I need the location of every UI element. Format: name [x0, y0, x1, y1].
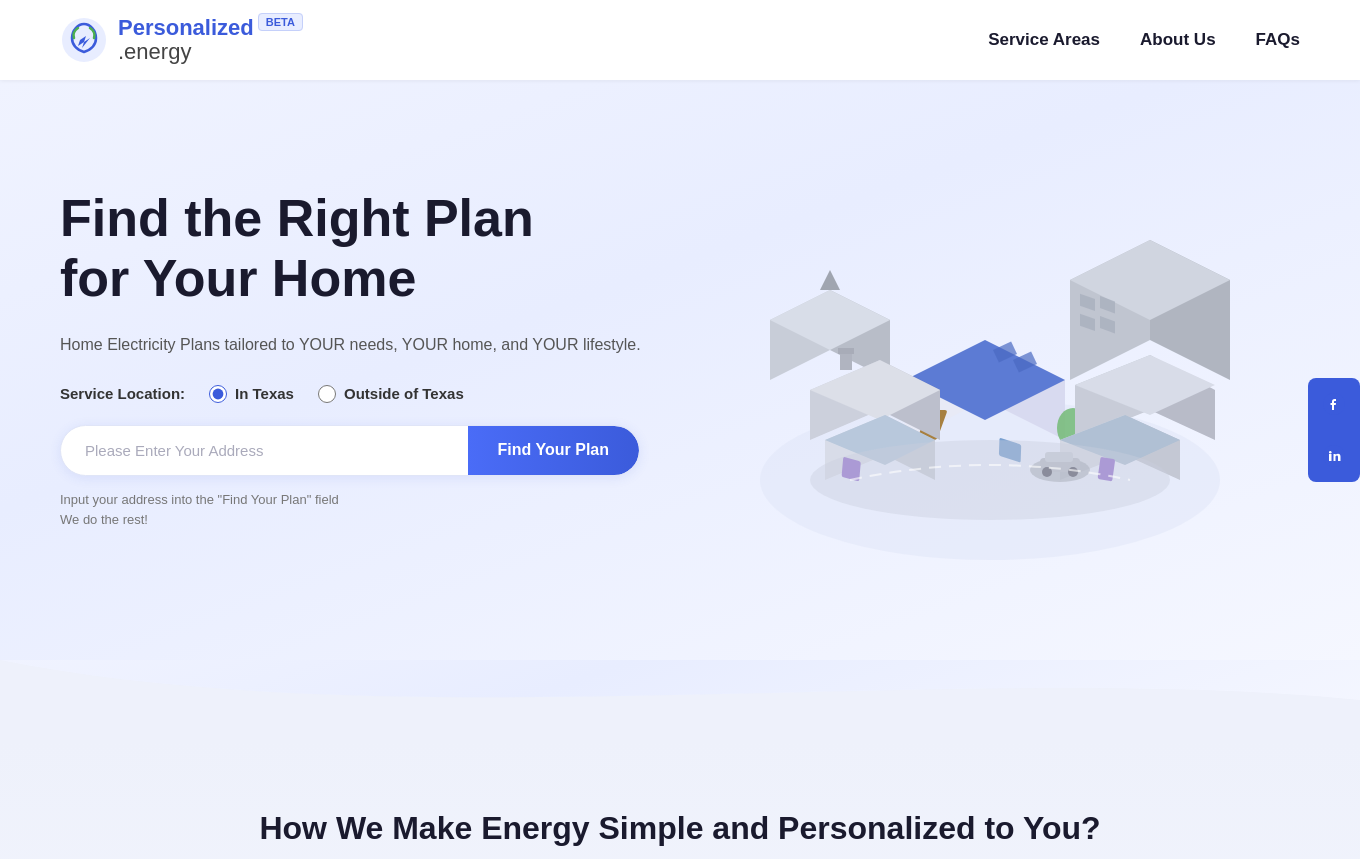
logo-text-area: PersonalizedBETA .energy: [118, 16, 303, 64]
hero-content: Find the Right Plan for Your Home Home E…: [60, 189, 680, 531]
nav-faqs[interactable]: FAQs: [1256, 30, 1300, 50]
header: PersonalizedBETA .energy Service Areas A…: [0, 0, 1360, 80]
social-sidebar: [1308, 378, 1360, 482]
facebook-button[interactable]: [1308, 378, 1360, 430]
nav-about-us[interactable]: About Us: [1140, 30, 1216, 50]
svg-point-47: [810, 440, 1170, 520]
hero-title: Find the Right Plan for Your Home: [60, 189, 680, 309]
find-plan-button[interactable]: Find Your Plan: [468, 426, 639, 475]
wave-divider: [0, 660, 1360, 740]
radio-outside-label: Outside of Texas: [344, 385, 464, 402]
hero-section: Find the Right Plan for Your Home Home E…: [0, 80, 1360, 660]
radio-outside-option[interactable]: Outside of Texas: [318, 385, 464, 403]
radio-texas[interactable]: [209, 385, 227, 403]
isometric-city-svg: [730, 140, 1250, 580]
how-section: How We Make Energy Simple and Personaliz…: [0, 740, 1360, 859]
svg-marker-5: [820, 270, 840, 290]
svg-rect-30: [838, 348, 854, 354]
svg-point-61: [1329, 451, 1332, 454]
svg-rect-60: [1329, 454, 1332, 461]
radio-outside[interactable]: [318, 385, 336, 403]
logo-name: Personalized: [118, 15, 254, 40]
logo-sub: .energy: [118, 39, 191, 64]
service-location: Service Location: In Texas Outside of Te…: [60, 385, 680, 403]
logo-icon: [60, 16, 108, 64]
search-bar: Find Your Plan: [60, 425, 640, 476]
hero-hint: Input your address into the "Find Your P…: [60, 490, 680, 532]
radio-texas-label: In Texas: [235, 385, 294, 402]
service-location-label: Service Location:: [60, 385, 185, 402]
how-section-title: How We Make Energy Simple and Personaliz…: [60, 810, 1300, 847]
hero-illustration: [680, 140, 1300, 580]
radio-texas-option[interactable]: In Texas: [209, 385, 294, 403]
linkedin-button[interactable]: [1308, 430, 1360, 482]
beta-badge: BETA: [258, 13, 303, 31]
hero-subtitle: Home Electricity Plans tailored to YOUR …: [60, 333, 680, 357]
address-input[interactable]: [61, 426, 468, 475]
logo: PersonalizedBETA .energy: [60, 16, 303, 64]
nav-service-areas[interactable]: Service Areas: [988, 30, 1100, 50]
main-nav: Service Areas About Us FAQs: [988, 30, 1300, 50]
